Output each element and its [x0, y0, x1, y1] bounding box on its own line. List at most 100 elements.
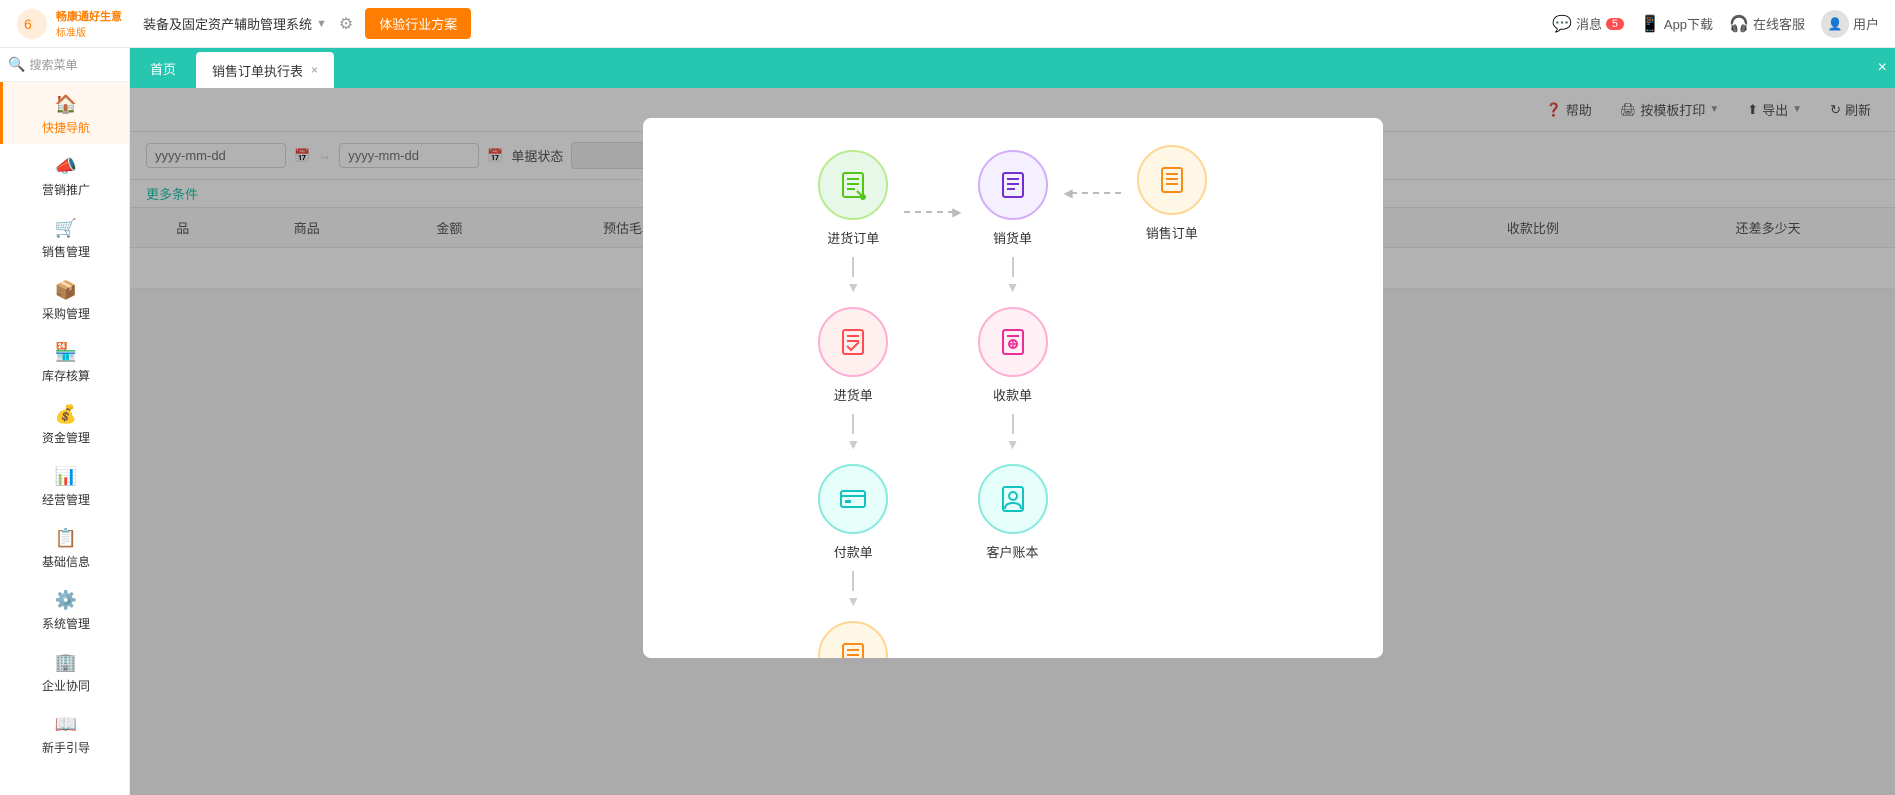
finance-icon: 💰: [55, 404, 77, 425]
sidebar-label-finance: 资金管理: [42, 429, 90, 446]
app-download-btn[interactable]: 📱 App下载: [1640, 14, 1713, 34]
avatar: 👤: [1821, 10, 1849, 38]
sidebar-label-basic-info: 基础信息: [42, 553, 90, 570]
payment-bill-label: 付款单: [834, 542, 873, 561]
customer-ledger-icon: [978, 464, 1048, 534]
sales-icon: 🛒: [55, 218, 77, 239]
dropdown-icon: ▼: [316, 18, 327, 30]
sales-bill-node[interactable]: 销货单: [962, 142, 1064, 255]
message-badge: 5: [1606, 18, 1624, 30]
purchase-bill-node[interactable]: 进货单: [802, 299, 904, 412]
sidebar-label-quick-nav: 快捷导航: [42, 119, 90, 136]
sales-order-row: ◀ 销售订单: [1064, 142, 1223, 244]
h-arrows-col: ▶: [904, 142, 961, 305]
sidebar-item-finance[interactable]: 💰 资金管理: [0, 392, 129, 454]
system-title: 装备及固定资产辅助管理系统: [143, 14, 312, 33]
sales-bill-icon: [978, 150, 1048, 220]
arrow-down-3: [852, 571, 854, 591]
quick-nav-icon: 🏠: [55, 94, 77, 115]
sidebar-item-operation[interactable]: 📊 经营管理: [0, 454, 129, 516]
purchase-bill-icon: [818, 307, 888, 377]
right-flow-col: 销货单 ▼ 收款单: [962, 142, 1064, 569]
purchase-order-icon: [818, 150, 888, 220]
user-label: 用户: [1853, 14, 1879, 33]
customer-ledger-label: 客户账本: [986, 542, 1038, 561]
sidebar-item-marketing[interactable]: 📣 营销推广: [0, 144, 129, 206]
sidebar-label-system: 系统管理: [42, 615, 90, 632]
supplier-ledger-icon: [818, 621, 888, 658]
purchase-bill-label: 进货单: [834, 385, 873, 404]
user-area[interactable]: 👤 用户: [1821, 10, 1879, 38]
receipt-bill-label: 收款单: [993, 385, 1032, 404]
active-tab-label: 销售订单执行表: [212, 61, 303, 80]
arrow-down-1: [852, 257, 854, 277]
svg-text:6: 6: [24, 16, 32, 32]
sidebar-item-purchase[interactable]: 📦 采购管理: [0, 268, 129, 330]
arrow-down-4: [1012, 257, 1014, 277]
arrow-down-2-tip: ▼: [846, 436, 860, 456]
sidebar-item-system[interactable]: ⚙️ 系统管理: [0, 578, 129, 640]
message-icon: 💬: [1552, 14, 1572, 34]
payment-bill-icon: [818, 464, 888, 534]
overlay: 进货订单 ▼ 进货单: [130, 88, 1895, 795]
arrow-down-1-tip: ▼: [846, 279, 860, 299]
customer-ledger-node[interactable]: 客户账本: [962, 456, 1064, 569]
tab-end-close-btn[interactable]: ×: [1878, 59, 1887, 77]
sidebar-label-marketing: 营销推广: [42, 181, 90, 198]
left-flow-col: 进货订单 ▼ 进货单: [802, 142, 904, 658]
flow-diagram: 进货订单 ▼ 进货单: [667, 142, 1359, 658]
sidebar-item-inventory[interactable]: 🏪 库存核算: [0, 330, 129, 392]
content-area: 首页 销售订单执行表 × × ❓ 帮助 🖨: [130, 48, 1895, 795]
arrow-down-2: [852, 414, 854, 434]
sidebar-item-basic-info[interactable]: 📋 基础信息: [0, 516, 129, 578]
h-arrow-left: ◀: [1064, 186, 1121, 200]
receipt-bill-node[interactable]: 收款单: [962, 299, 1064, 412]
purchase-icon: 📦: [55, 280, 77, 301]
supplier-ledger-node[interactable]: 供应商账本: [802, 613, 904, 658]
search-menu-btn[interactable]: 🔍 搜索菜单: [0, 48, 129, 82]
message-btn[interactable]: 💬 消息 5: [1552, 14, 1624, 34]
arrow-down-5: [1012, 414, 1014, 434]
online-service-label: 在线客服: [1753, 14, 1805, 33]
inventory-icon: 🏪: [55, 342, 77, 363]
sales-order-label: 销售订单: [1146, 223, 1198, 242]
logo-text-line2: 标准版: [56, 24, 122, 39]
modal: 进货订单 ▼ 进货单: [643, 118, 1383, 658]
message-label: 消息: [1576, 14, 1602, 33]
tab-close-btn[interactable]: ×: [311, 63, 318, 77]
page-content: ❓ 帮助 🖨 按模板打印 ▼ ⬆ 导出 ▼ ↻ 刷: [130, 88, 1895, 795]
enterprise-icon: 🏢: [55, 652, 77, 673]
payment-bill-node[interactable]: 付款单: [802, 456, 904, 569]
purchase-order-label: 进货订单: [827, 228, 879, 247]
sidebar-label-guide: 新手引导: [42, 739, 90, 756]
sidebar-item-sales[interactable]: 🛒 销售管理: [0, 206, 129, 268]
sidebar-item-guide[interactable]: 📖 新手引导: [0, 702, 129, 764]
sidebar-label-purchase: 采购管理: [42, 305, 90, 322]
app-download-icon: 📱: [1640, 14, 1660, 34]
far-right-col: ◀ 销售订单: [1064, 142, 1223, 244]
sidebar-label-sales: 销售管理: [42, 243, 90, 260]
online-service-btn[interactable]: 🎧 在线客服: [1729, 14, 1805, 34]
settings-icon[interactable]: ⚙: [339, 14, 353, 34]
search-icon: 🔍: [8, 56, 25, 73]
arrow-down-4-tip: ▼: [1006, 279, 1020, 299]
online-service-icon: 🎧: [1729, 14, 1749, 34]
sidebar-item-quick-nav[interactable]: 🏠 快捷导航: [0, 82, 129, 144]
sidebar-label-inventory: 库存核算: [42, 367, 90, 384]
logo-area: 6 畅康通好生意 标准版: [16, 8, 131, 40]
tab-home[interactable]: 首页: [130, 48, 196, 88]
arrow-down-3-tip: ▼: [846, 593, 860, 613]
sidebar-item-enterprise[interactable]: 🏢 企业协同: [0, 640, 129, 702]
search-menu-label: 搜索菜单: [29, 56, 77, 73]
tab-active[interactable]: 销售订单执行表 ×: [196, 52, 334, 88]
experience-btn[interactable]: 体验行业方案: [365, 8, 471, 39]
system-title-area[interactable]: 装备及固定资产辅助管理系统 ▼: [143, 14, 327, 33]
sales-bill-label: 销货单: [993, 228, 1032, 247]
sidebar: 🔍 搜索菜单 🏠 快捷导航 📣 营销推广 🛒 销售管理 📦 采购管理 🏪: [0, 48, 130, 795]
sales-order-node[interactable]: 销售订单: [1121, 137, 1223, 250]
h-arrow-1: ▶: [904, 177, 961, 247]
system-icon: ⚙️: [55, 590, 77, 611]
basic-info-icon: 📋: [55, 528, 77, 549]
purchase-order-node[interactable]: 进货订单: [802, 142, 904, 255]
tab-bar: 首页 销售订单执行表 × ×: [130, 48, 1895, 88]
